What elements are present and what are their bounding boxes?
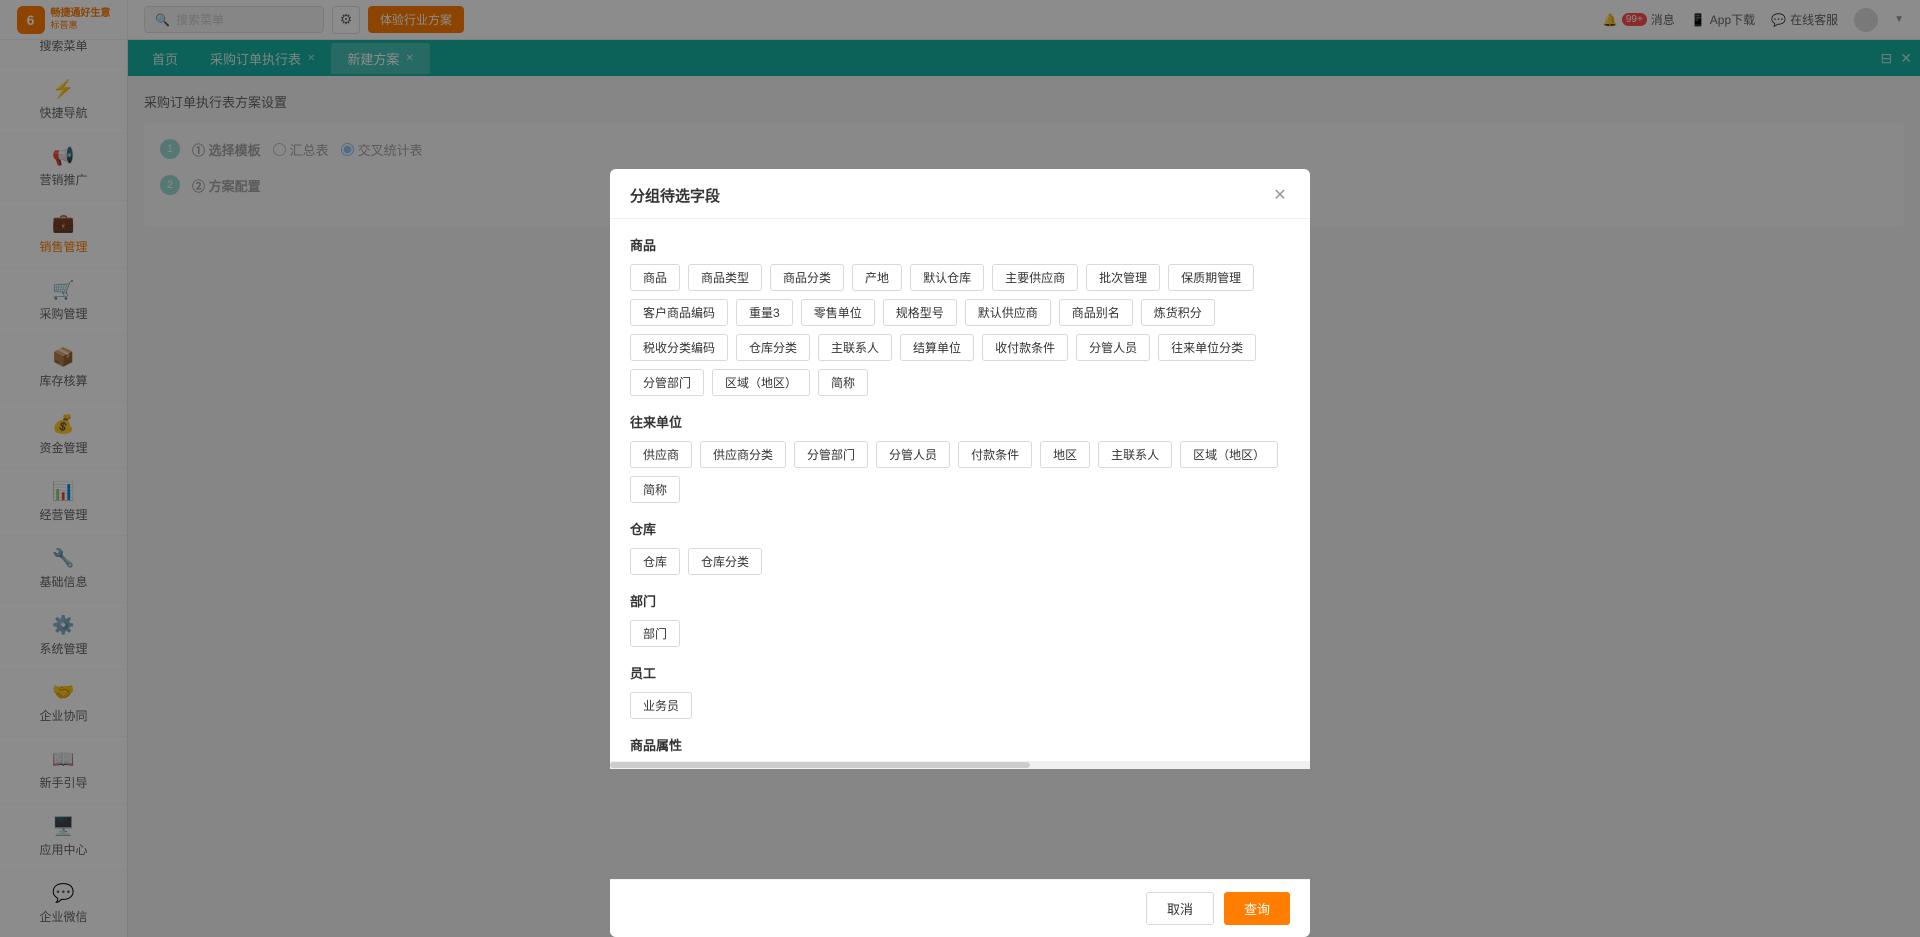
field-tag-partner-5[interactable]: 地区 bbox=[1040, 441, 1090, 468]
modal-footer: 取消 查询 bbox=[610, 879, 1310, 937]
section-title-warehouse: 仓库 bbox=[630, 519, 1290, 538]
field-tag-goods-23[interactable]: 区域（地区） bbox=[712, 369, 810, 396]
modal-header: 分组待选字段 ✕ bbox=[610, 169, 1310, 219]
field-tag-department-0[interactable]: 部门 bbox=[630, 620, 680, 647]
field-section-product_attr: 商品属性属性颜色多规格尺码鞋码1 bbox=[630, 735, 1290, 761]
field-tag-goods-20[interactable]: 分管人员 bbox=[1076, 334, 1150, 361]
modal-overlay: 分组待选字段 ✕ 商品商品商品类型商品分类产地默认仓库主要供应商批次管理保质期管… bbox=[0, 0, 1920, 937]
field-tag-goods-15[interactable]: 税收分类编码 bbox=[630, 334, 728, 361]
confirm-button[interactable]: 查询 bbox=[1224, 892, 1290, 925]
field-tag-goods-7[interactable]: 保质期管理 bbox=[1168, 264, 1254, 291]
field-tag-partner-7[interactable]: 区域（地区） bbox=[1180, 441, 1278, 468]
field-tag-goods-10[interactable]: 零售单位 bbox=[801, 299, 875, 326]
field-tag-goods-5[interactable]: 主要供应商 bbox=[992, 264, 1078, 291]
field-tag-goods-22[interactable]: 分管部门 bbox=[630, 369, 704, 396]
field-tags-department: 部门 bbox=[630, 620, 1290, 647]
field-tag-goods-3[interactable]: 产地 bbox=[852, 264, 902, 291]
field-tag-goods-19[interactable]: 收付款条件 bbox=[982, 334, 1068, 361]
field-section-department: 部门部门 bbox=[630, 591, 1290, 647]
field-tag-partner-8[interactable]: 简称 bbox=[630, 476, 680, 503]
field-tag-goods-16[interactable]: 仓库分类 bbox=[736, 334, 810, 361]
field-tags-warehouse: 仓库仓库分类 bbox=[630, 548, 1290, 575]
modal-body[interactable]: 商品商品商品类型商品分类产地默认仓库主要供应商批次管理保质期管理客户商品编码重量… bbox=[610, 219, 1310, 761]
field-tag-goods-18[interactable]: 结算单位 bbox=[900, 334, 974, 361]
field-section-warehouse: 仓库仓库仓库分类 bbox=[630, 519, 1290, 575]
field-tag-goods-24[interactable]: 简称 bbox=[818, 369, 868, 396]
section-title-employee: 员工 bbox=[630, 663, 1290, 682]
field-tag-partner-4[interactable]: 付款条件 bbox=[958, 441, 1032, 468]
section-title-product_attr: 商品属性 bbox=[630, 735, 1290, 754]
modal-close-button[interactable]: ✕ bbox=[1270, 185, 1290, 205]
field-tag-goods-11[interactable]: 规格型号 bbox=[883, 299, 957, 326]
field-tag-goods-14[interactable]: 炼货积分 bbox=[1141, 299, 1215, 326]
section-title-partner: 往来单位 bbox=[630, 412, 1290, 431]
field-tag-goods-0[interactable]: 商品 bbox=[630, 264, 680, 291]
field-tag-goods-21[interactable]: 往来单位分类 bbox=[1158, 334, 1256, 361]
field-tags-goods: 商品商品类型商品分类产地默认仓库主要供应商批次管理保质期管理客户商品编码重量3 零… bbox=[630, 264, 1290, 396]
field-tag-goods-17[interactable]: 主联系人 bbox=[818, 334, 892, 361]
field-tag-partner-0[interactable]: 供应商 bbox=[630, 441, 692, 468]
field-section-goods: 商品商品商品类型商品分类产地默认仓库主要供应商批次管理保质期管理客户商品编码重量… bbox=[630, 235, 1290, 396]
field-tag-warehouse-0[interactable]: 仓库 bbox=[630, 548, 680, 575]
field-tag-goods-9[interactable]: 重量3 bbox=[736, 299, 793, 326]
field-tag-goods-12[interactable]: 默认供应商 bbox=[965, 299, 1051, 326]
field-tag-partner-1[interactable]: 供应商分类 bbox=[700, 441, 786, 468]
field-tags-employee: 业务员 bbox=[630, 692, 1290, 719]
section-title-goods: 商品 bbox=[630, 235, 1290, 254]
horizontal-scrollbar-thumb bbox=[610, 762, 1030, 768]
field-tag-goods-6[interactable]: 批次管理 bbox=[1086, 264, 1160, 291]
field-tag-partner-3[interactable]: 分管人员 bbox=[876, 441, 950, 468]
field-tags-partner: 供应商供应商分类分管部门分管人员付款条件地区主联系人区域（地区） 简称 bbox=[630, 441, 1290, 503]
modal-dialog: 分组待选字段 ✕ 商品商品商品类型商品分类产地默认仓库主要供应商批次管理保质期管… bbox=[610, 169, 1310, 769]
section-title-department: 部门 bbox=[630, 591, 1290, 610]
field-section-employee: 员工业务员 bbox=[630, 663, 1290, 719]
field-tag-warehouse-1[interactable]: 仓库分类 bbox=[688, 548, 762, 575]
field-section-partner: 往来单位供应商供应商分类分管部门分管人员付款条件地区主联系人区域（地区） 简称 bbox=[630, 412, 1290, 503]
field-tag-partner-2[interactable]: 分管部门 bbox=[794, 441, 868, 468]
field-tag-partner-6[interactable]: 主联系人 bbox=[1098, 441, 1172, 468]
modal-horizontal-scrollbar[interactable] bbox=[610, 761, 1310, 769]
field-tag-goods-13[interactable]: 商品别名 bbox=[1059, 299, 1133, 326]
field-tag-employee-0[interactable]: 业务员 bbox=[630, 692, 692, 719]
field-tag-goods-4[interactable]: 默认仓库 bbox=[910, 264, 984, 291]
modal-title: 分组待选字段 bbox=[630, 185, 720, 206]
field-tag-goods-1[interactable]: 商品类型 bbox=[688, 264, 762, 291]
field-tag-goods-8[interactable]: 客户商品编码 bbox=[630, 299, 728, 326]
cancel-button[interactable]: 取消 bbox=[1146, 892, 1214, 925]
field-tag-goods-2[interactable]: 商品分类 bbox=[770, 264, 844, 291]
